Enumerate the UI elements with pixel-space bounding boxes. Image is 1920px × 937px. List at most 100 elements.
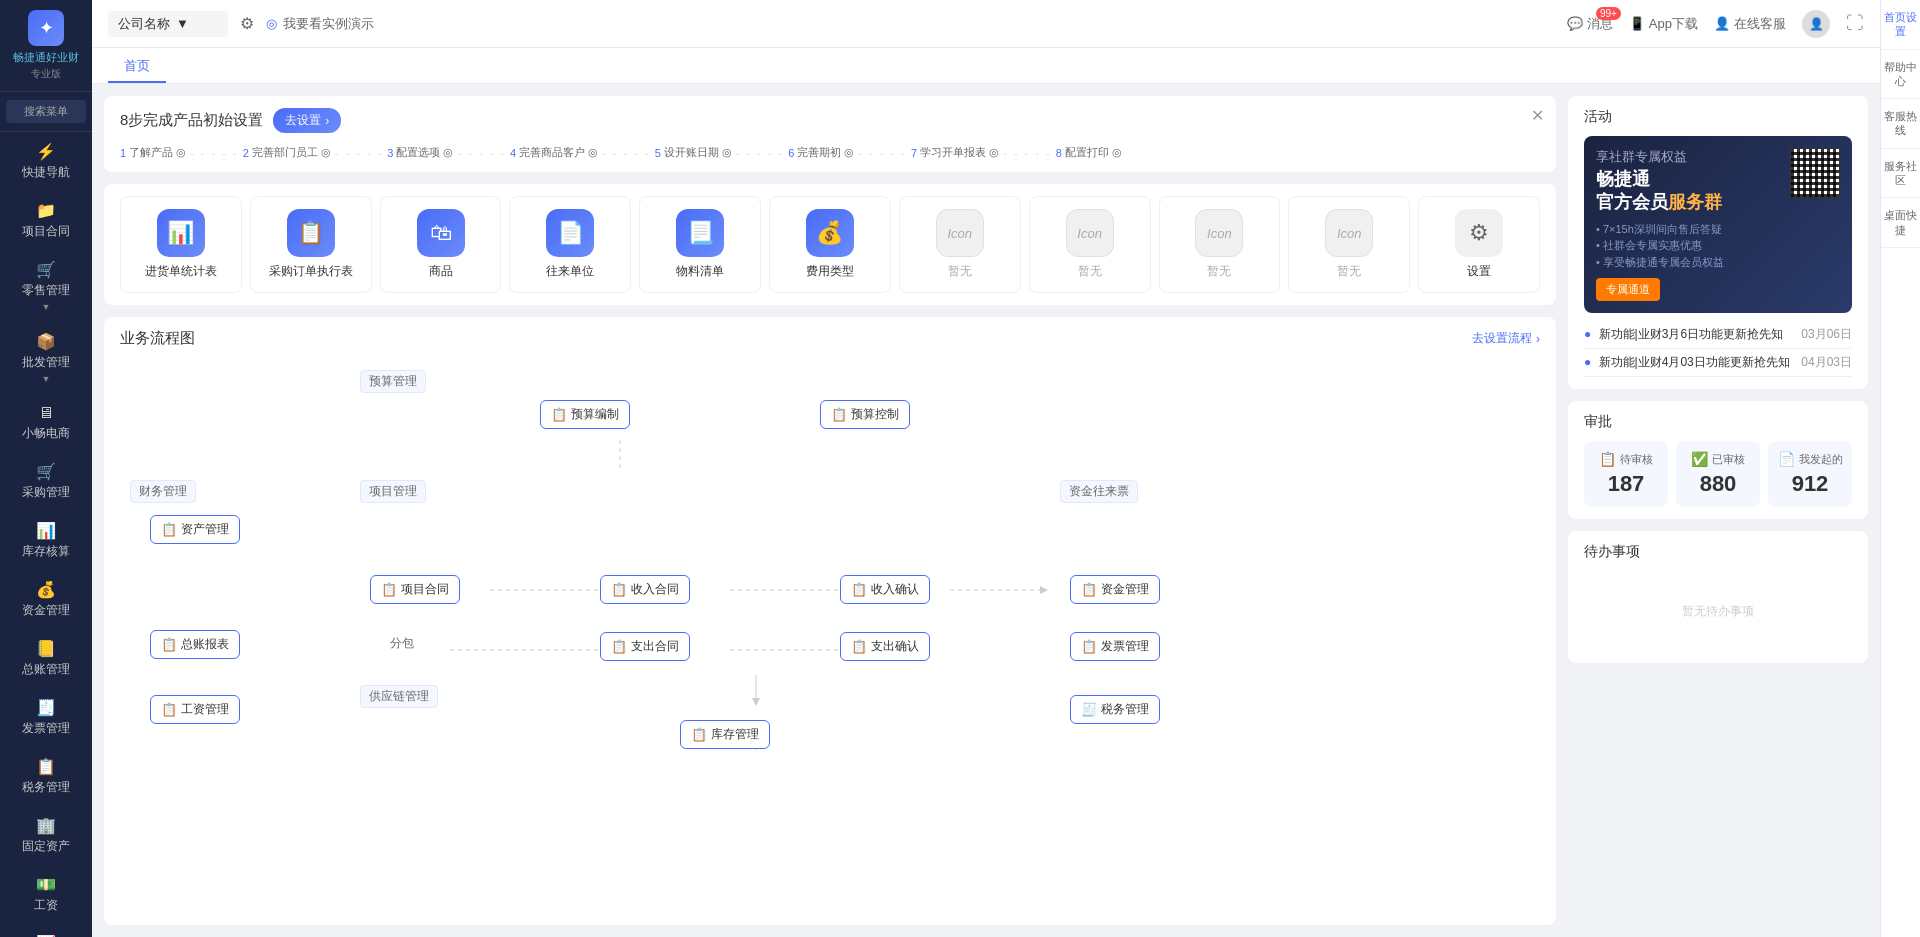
pending-label: 📋 待审核	[1592, 451, 1660, 467]
quick-item-settings[interactable]: ⚙ 设置	[1418, 196, 1540, 293]
sidebar-item-quicknav[interactable]: ⚡ 快捷导航	[0, 132, 92, 191]
sidebar-item-retail[interactable]: 🛒 零售管理 ▼	[0, 250, 92, 322]
approval-stat-mine[interactable]: 📄 我发起的 912	[1768, 441, 1852, 507]
sidebar-label-invoice: 发票管理	[22, 720, 70, 737]
setup-close-btn[interactable]: ✕	[1531, 106, 1544, 125]
node-zcqr[interactable]: 📋 支出确认	[840, 632, 930, 661]
node-zccht[interactable]: 📋 支出合同	[600, 632, 690, 661]
sidebar-item-ecommerce[interactable]: 🖥 小畅电商	[0, 394, 92, 452]
node-kcgl[interactable]: 📋 库存管理	[680, 720, 770, 749]
sidebar-item-wholesale[interactable]: 📦 批发管理 ▼	[0, 322, 92, 394]
messages-btn[interactable]: 💬 消息 99+	[1567, 15, 1613, 33]
approval-stat-approved[interactable]: ✅ 已审核 880	[1676, 441, 1760, 507]
company-selector[interactable]: 公司名称 ▼	[108, 11, 228, 37]
sidebar-search-area[interactable]: 搜索菜单	[0, 92, 92, 132]
news-item-1[interactable]: ● 新功能|业财4月03日功能更新抢先知 04月03日	[1584, 349, 1852, 377]
node-zcgl[interactable]: 📋 资产管理	[150, 515, 240, 544]
quick-items-panel: 📊 进货单统计表 📋 采购订单执行表 🛍 商品 📄 往来单位	[104, 184, 1556, 305]
quick-icon-2: 🛍	[417, 209, 465, 257]
pending-empty: 暂无待办事项	[1584, 571, 1852, 651]
node-zbbd[interactable]: 📋 总账报表	[150, 630, 240, 659]
sidebar-item-salary[interactable]: 💵 工资	[0, 865, 92, 924]
sidebar-item-tax[interactable]: 📋 税务管理	[0, 747, 92, 806]
app-download-btn[interactable]: 📱 App下载	[1629, 15, 1698, 33]
tab-home[interactable]: 首页	[108, 51, 166, 83]
main-wrapper: 公司名称 ▼ ⚙ ◎ 我要看实例演示 💬 消息 99+ 📱 App下载 👤 在线…	[92, 0, 1880, 937]
quick-item-8[interactable]: Icon 暂无	[1159, 196, 1281, 293]
quick-item-3[interactable]: 📄 往来单位	[509, 196, 631, 293]
sidebar-label-project: 项目合同	[22, 223, 70, 240]
demo-link[interactable]: ◎ 我要看实例演示	[266, 15, 374, 33]
user-avatar[interactable]: 👤	[1802, 10, 1830, 38]
pending-title: 待办事项	[1584, 543, 1852, 561]
setup-goto-btn[interactable]: 去设置 ›	[273, 108, 341, 133]
content-main: ✕ 8步完成产品初始设置 去设置 › 1 了解产品 ◎ - - - - -	[104, 96, 1556, 925]
quick-icon-0: 📊	[157, 209, 205, 257]
quick-item-6[interactable]: Icon 暂无	[899, 196, 1021, 293]
approval-stat-pending[interactable]: 📋 待审核 187	[1584, 441, 1668, 507]
right-sidebar-community[interactable]: 服务社区	[1881, 149, 1920, 199]
quick-icon-9: Icon	[1325, 209, 1373, 257]
logo-icon: ✦	[39, 17, 54, 39]
flow-settings-link[interactable]: 去设置流程 ›	[1472, 330, 1540, 347]
fixedassets-icon: 🏢	[36, 816, 56, 835]
topbar: 公司名称 ▼ ⚙ ◎ 我要看实例演示 💬 消息 99+ 📱 App下载 👤 在线…	[92, 0, 1880, 48]
approval-title: 审批	[1584, 413, 1852, 431]
approval-stats: 📋 待审核 187 ✅ 已审核 880 📄	[1584, 441, 1852, 507]
sidebar-item-project[interactable]: 📁 项目合同	[0, 191, 92, 250]
pending-panel: 待办事项 暂无待办事项	[1568, 531, 1868, 663]
right-sidebar-help[interactable]: 帮助中心	[1881, 50, 1920, 100]
quick-item-5[interactable]: 💰 费用类型	[769, 196, 891, 293]
node-swgl[interactable]: 🧾 税务管理	[1070, 695, 1160, 724]
right-sidebar-desktop[interactable]: 桌面快捷	[1881, 198, 1920, 248]
app-name: 畅捷通好业财	[13, 50, 79, 65]
setup-title-text: 8步完成产品初始设置	[120, 111, 263, 130]
sidebar-item-fixedassets[interactable]: 🏢 固定资产	[0, 806, 92, 865]
company-expand-icon: ▼	[176, 16, 189, 31]
step-1: 1 了解产品 ◎	[120, 145, 186, 160]
quick-label-9: 暂无	[1337, 263, 1361, 280]
node-gzgl[interactable]: 📋 工资管理	[150, 695, 240, 724]
news-item-0[interactable]: ● 新功能|业财3月6日功能更新抢先知 03月06日	[1584, 321, 1852, 349]
sidebar-item-inventory[interactable]: 📊 库存核算	[0, 511, 92, 570]
quick-item-7[interactable]: Icon 暂无	[1029, 196, 1151, 293]
sidebar-label-ledger: 总账管理	[22, 661, 70, 678]
xmgl-group-label: 项目管理	[360, 480, 426, 503]
online-service-icon: 👤	[1714, 16, 1730, 31]
node-fpgl[interactable]: 📋 发票管理	[1070, 632, 1160, 661]
node-xmht[interactable]: 📋 项目合同	[370, 575, 460, 604]
right-sidebar-hotline[interactable]: 客服热线	[1881, 99, 1920, 149]
settings-icon[interactable]: ⚙	[240, 14, 254, 33]
quick-item-2[interactable]: 🛍 商品	[380, 196, 502, 293]
retail-expand-icon: ▼	[42, 302, 51, 312]
messages-icon: 💬	[1567, 16, 1583, 31]
node-yszk[interactable]: 📋 预算控制	[820, 400, 910, 429]
quick-label-6: 暂无	[948, 263, 972, 280]
search-menu-btn[interactable]: 搜索菜单	[6, 100, 86, 123]
sidebar-label-funds: 资金管理	[22, 602, 70, 619]
activity-join-btn[interactable]: 专属通道	[1596, 278, 1660, 301]
step-6: 6 完善期初 ◎	[788, 145, 854, 160]
fenbao-label: 分包	[390, 635, 414, 652]
sidebar-item-invoice[interactable]: 🧾 发票管理	[0, 688, 92, 747]
sidebar-item-ledger[interactable]: 📒 总账管理	[0, 629, 92, 688]
step-2: 2 完善部门员工 ◎	[243, 145, 331, 160]
online-service-btn[interactable]: 👤 在线客服	[1714, 15, 1786, 33]
node-zijingl[interactable]: 📋 资金管理	[1070, 575, 1160, 604]
avatar-icon: 👤	[1809, 17, 1824, 31]
quick-item-0[interactable]: 📊 进货单统计表	[120, 196, 242, 293]
quick-item-9[interactable]: Icon 暂无	[1288, 196, 1410, 293]
node-srqr[interactable]: 📋 收入确认	[840, 575, 930, 604]
sidebar-item-operations[interactable]: 📈 经营管理	[0, 924, 92, 937]
sidebar-item-purchase[interactable]: 🛒 采购管理	[0, 452, 92, 511]
sidebar-item-funds[interactable]: 💰 资金管理	[0, 570, 92, 629]
pending-value: 187	[1592, 471, 1660, 497]
activity-news-list: ● 新功能|业财3月6日功能更新抢先知 03月06日 ● 新功能|业财4月03日…	[1584, 321, 1852, 377]
quick-item-4[interactable]: 📃 物料清单	[639, 196, 761, 293]
quick-item-1[interactable]: 📋 采购订单执行表	[250, 196, 372, 293]
fullscreen-icon[interactable]: ⛶	[1846, 13, 1864, 34]
app-version: 专业版	[31, 67, 61, 81]
node-yszz[interactable]: 📋 预算编制	[540, 400, 630, 429]
node-srht[interactable]: 📋 收入合同	[600, 575, 690, 604]
right-sidebar-home-settings[interactable]: 首页设置	[1881, 0, 1920, 50]
